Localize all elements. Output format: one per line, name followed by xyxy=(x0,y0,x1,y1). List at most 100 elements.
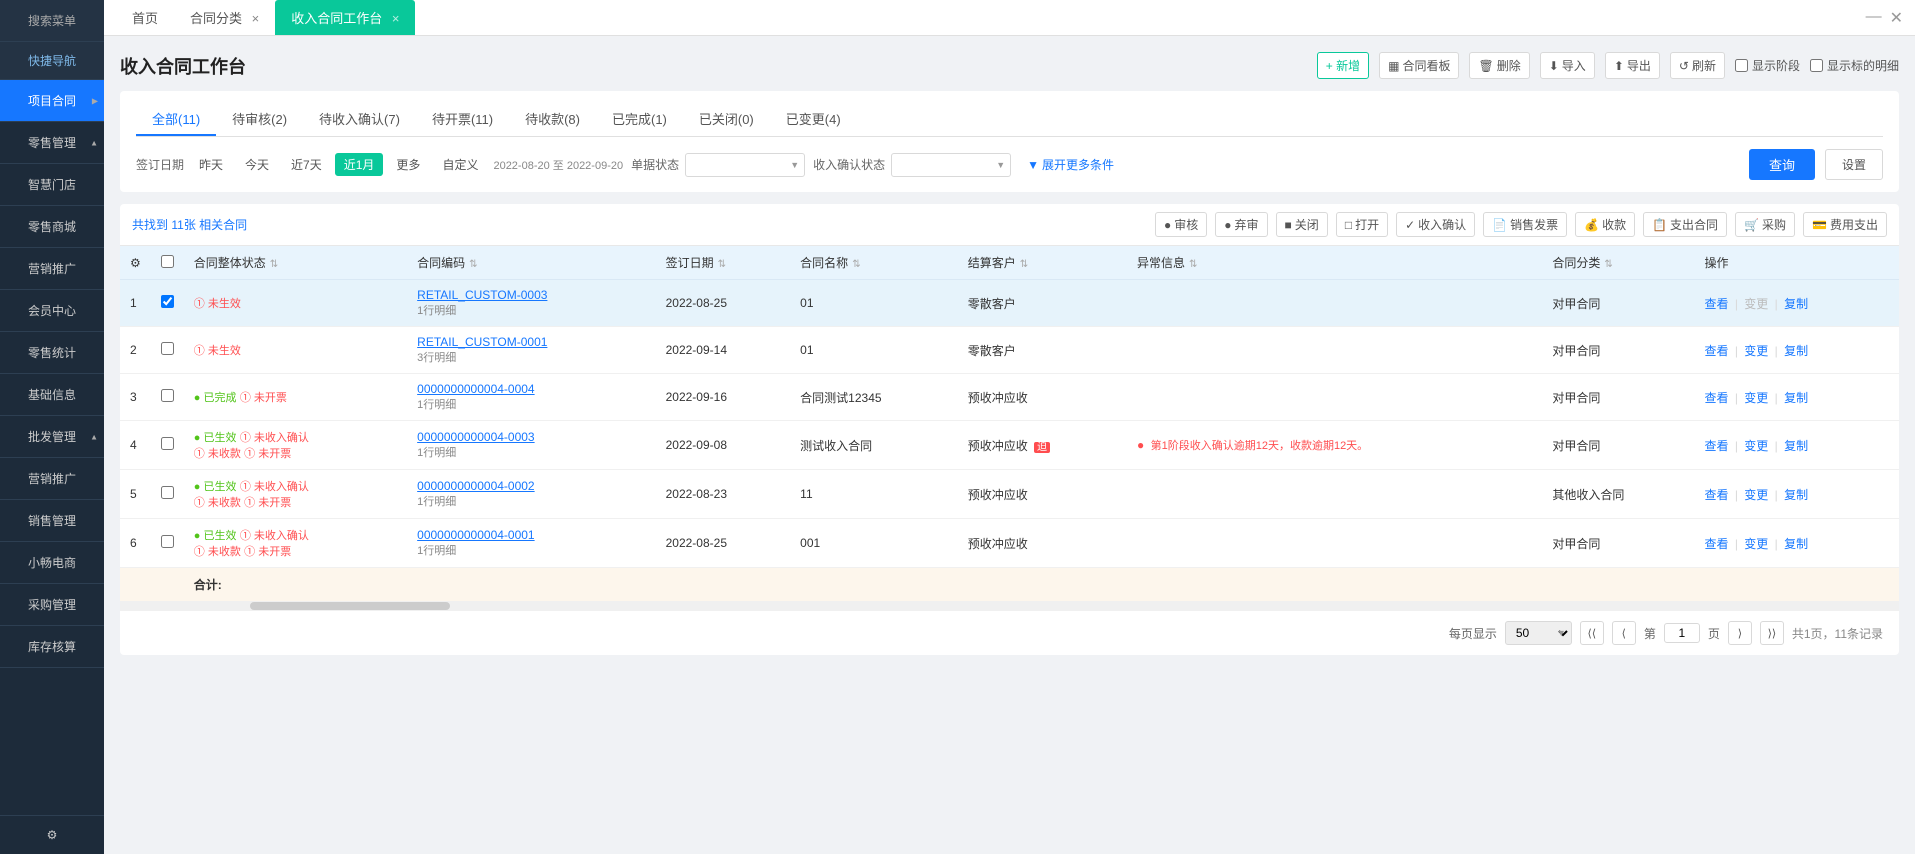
row-checkbox[interactable] xyxy=(151,327,184,374)
expand-filter-btn[interactable]: ▼ 展开更多条件 xyxy=(1019,152,1122,177)
filter-tab-closed[interactable]: 已关闭(0) xyxy=(683,103,770,136)
filter-tab-pending-confirm[interactable]: 待收入确认(7) xyxy=(303,103,416,136)
change-btn[interactable]: 变更 xyxy=(1744,488,1768,502)
copy-btn[interactable]: 复制 xyxy=(1784,488,1808,502)
sidebar-item-sales[interactable]: 销售管理 xyxy=(0,500,104,542)
close-btn[interactable]: ✕ xyxy=(1890,8,1903,28)
date-opt-more[interactable]: 更多 xyxy=(387,153,429,176)
last-page-btn[interactable]: ⟩⟩ xyxy=(1760,621,1784,645)
scrollbar-thumb[interactable] xyxy=(250,602,450,610)
settings-icon[interactable]: ⚙ xyxy=(0,815,104,854)
show-detail-checkbox[interactable]: 显示标的明细 xyxy=(1810,57,1899,74)
view-btn[interactable]: 查看 xyxy=(1704,344,1728,358)
tab-home[interactable]: 首页 xyxy=(116,0,174,35)
col-settings[interactable]: ⚙ xyxy=(120,246,151,280)
row-checkbox[interactable] xyxy=(151,280,184,327)
export-button[interactable]: ⬆ 导出 xyxy=(1605,52,1660,79)
sidebar-item-marketing[interactable]: 营销推广 xyxy=(0,248,104,290)
sidebar-item-inventory[interactable]: 库存核算 xyxy=(0,626,104,668)
income-confirm-select[interactable] xyxy=(891,153,1011,177)
expenditure-contract-btn[interactable]: 📋 支出合同 xyxy=(1643,212,1727,237)
col-contract-name[interactable]: 合同名称⇅ xyxy=(790,246,958,280)
view-btn[interactable]: 查看 xyxy=(1704,537,1728,551)
sales-invoice-btn[interactable]: 📄 销售发票 xyxy=(1483,212,1567,237)
next-page-btn[interactable]: ⟩ xyxy=(1728,621,1752,645)
collect-payment-btn[interactable]: 💰 收款 xyxy=(1575,212,1635,237)
change-btn[interactable]: 变更 xyxy=(1744,537,1768,551)
sidebar-item-smart[interactable]: 智慧门店 xyxy=(0,164,104,206)
show-fields-checkbox[interactable]: 显示阶段 xyxy=(1735,57,1800,74)
row-checkbox[interactable] xyxy=(151,470,184,519)
sidebar-item-retail[interactable]: 零售管理 xyxy=(0,122,104,164)
sidebar-item-wholesale[interactable]: 批发管理 xyxy=(0,416,104,458)
minimize-btn[interactable]: — xyxy=(1866,8,1882,28)
view-btn[interactable]: 查看 xyxy=(1704,488,1728,502)
date-opt-last1month[interactable]: 近1月 xyxy=(335,153,384,176)
col-status[interactable]: 合同整体状态⇅ xyxy=(184,246,407,280)
tab-contract-category[interactable]: 合同分类 × xyxy=(174,0,275,35)
search-menu[interactable]: 搜索菜单 xyxy=(0,0,104,42)
copy-btn[interactable]: 复制 xyxy=(1784,344,1808,358)
change-btn[interactable]: 变更 xyxy=(1744,344,1768,358)
sidebar-item-mkt2[interactable]: 营销推广 xyxy=(0,458,104,500)
tab-income-workbench[interactable]: 收入合同工作台 × xyxy=(275,0,415,35)
copy-btn[interactable]: 复制 xyxy=(1784,537,1808,551)
col-sign-date[interactable]: 签订日期⇅ xyxy=(656,246,791,280)
dashboard-button[interactable]: ▦ 合同看板 xyxy=(1379,52,1459,79)
import-button[interactable]: ⬇ 导入 xyxy=(1540,52,1595,79)
filter-tab-pending-payment[interactable]: 待收款(8) xyxy=(509,103,596,136)
prev-page-btn[interactable]: ⟨ xyxy=(1612,621,1636,645)
filter-tab-changed[interactable]: 已变更(4) xyxy=(770,103,857,136)
close-contract-btn[interactable]: ■ 关闭 xyxy=(1276,212,1328,237)
new-button[interactable]: + 新增 xyxy=(1317,52,1369,79)
open-contract-btn[interactable]: □ 打开 xyxy=(1336,212,1388,237)
sidebar-item-ecom[interactable]: 小畅电商 xyxy=(0,542,104,584)
col-code[interactable]: 合同编码⇅ xyxy=(407,246,655,280)
change-btn[interactable]: 变更 xyxy=(1744,439,1768,453)
sidebar-item-project[interactable]: 项目合同 xyxy=(0,80,104,122)
date-opt-yesterday[interactable]: 昨天 xyxy=(190,153,232,176)
date-opt-custom[interactable]: 自定义 xyxy=(433,153,487,176)
page-input[interactable] xyxy=(1664,623,1700,643)
row-checkbox[interactable] xyxy=(151,374,184,421)
sidebar-item-mall[interactable]: 零售商城 xyxy=(0,206,104,248)
filter-tab-pending-invoice[interactable]: 待开票(11) xyxy=(416,103,509,136)
col-category[interactable]: 合同分类⇅ xyxy=(1542,246,1694,280)
income-confirm-btn[interactable]: ✓ 收入确认 xyxy=(1396,212,1475,237)
date-opt-last7[interactable]: 近7天 xyxy=(282,153,331,176)
sidebar-item-purchase[interactable]: 采购管理 xyxy=(0,584,104,626)
view-btn[interactable]: 查看 xyxy=(1704,439,1728,453)
view-btn[interactable]: 查看 xyxy=(1704,297,1728,311)
sidebar-item-basic[interactable]: 基础信息 xyxy=(0,374,104,416)
expense-btn[interactable]: 💳 费用支出 xyxy=(1803,212,1887,237)
first-page-btn[interactable]: ⟨⟨ xyxy=(1580,621,1604,645)
row-checkbox[interactable] xyxy=(151,519,184,568)
date-opt-today[interactable]: 今天 xyxy=(236,153,278,176)
tab-close-income-workbench[interactable]: × xyxy=(392,11,400,26)
horizontal-scrollbar[interactable] xyxy=(120,602,1899,610)
view-btn[interactable]: 查看 xyxy=(1704,391,1728,405)
filter-tab-all[interactable]: 全部(11) xyxy=(136,103,216,136)
audit-btn[interactable]: ● 审核 xyxy=(1155,212,1207,237)
sidebar-item-member[interactable]: 会员中心 xyxy=(0,290,104,332)
filter-tab-completed[interactable]: 已完成(1) xyxy=(596,103,683,136)
copy-btn[interactable]: 复制 xyxy=(1784,439,1808,453)
page-size-select[interactable]: 50 10 20 100 xyxy=(1505,621,1572,645)
refresh-button[interactable]: ↺ 刷新 xyxy=(1670,52,1725,79)
copy-btn[interactable]: 复制 xyxy=(1784,297,1808,311)
tab-close-contract-category[interactable]: × xyxy=(252,11,260,26)
filter-tab-pending-review[interactable]: 待审核(2) xyxy=(216,103,303,136)
col-customer[interactable]: 结算客户⇅ xyxy=(958,246,1127,280)
col-alert[interactable]: 异常信息⇅ xyxy=(1127,246,1542,280)
set-button[interactable]: 设置 xyxy=(1825,149,1883,180)
row-checkbox[interactable] xyxy=(151,421,184,470)
delete-button[interactable]: 🗑 删除 xyxy=(1469,52,1529,79)
copy-btn[interactable]: 复制 xyxy=(1784,391,1808,405)
abandon-audit-btn[interactable]: ● 弃审 xyxy=(1215,212,1267,237)
col-checkbox[interactable] xyxy=(151,246,184,280)
select-all-checkbox[interactable] xyxy=(161,255,174,268)
doc-status-select[interactable] xyxy=(685,153,805,177)
change-btn[interactable]: 变更 xyxy=(1744,391,1768,405)
query-button[interactable]: 查询 xyxy=(1749,149,1815,180)
purchase-btn[interactable]: 🛒 采购 xyxy=(1735,212,1795,237)
